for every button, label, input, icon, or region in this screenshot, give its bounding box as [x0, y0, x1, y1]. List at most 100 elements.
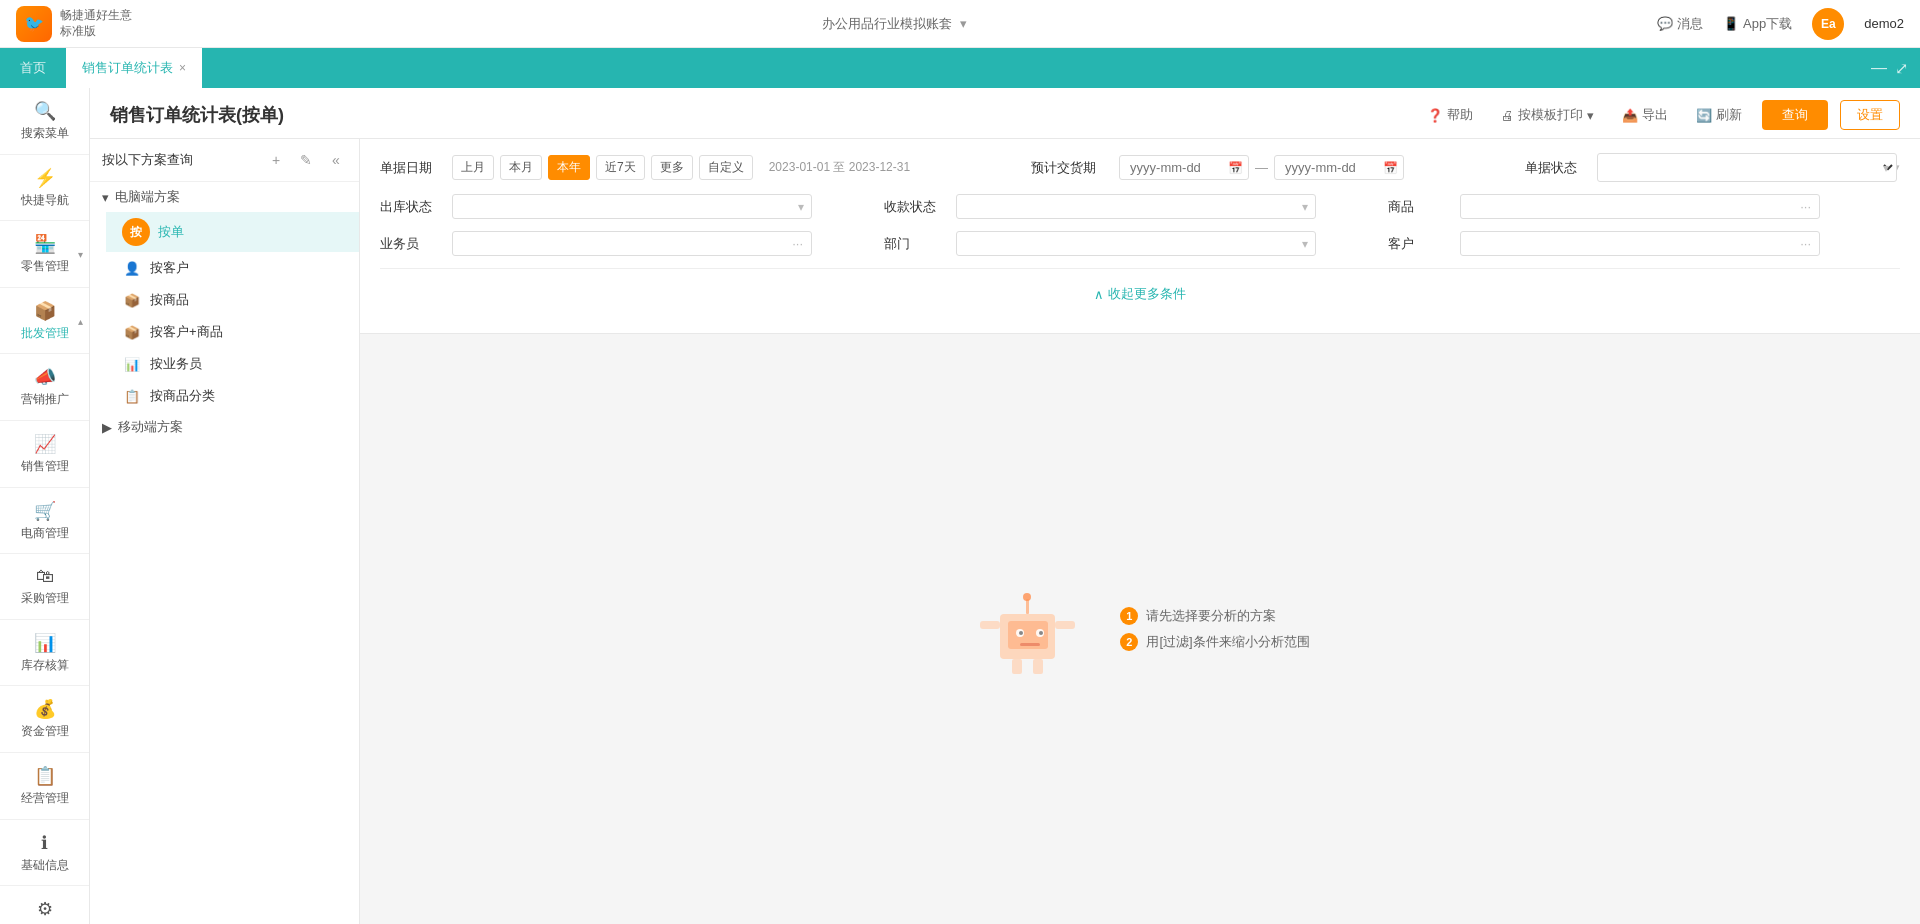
print-btn[interactable]: 🖨 按模板打印 ▾ [1493, 102, 1602, 128]
wholesale-icon: 📦 [34, 300, 56, 322]
quicknav-icon: ⚡ [34, 167, 56, 189]
sidebar-item-marketing[interactable]: 📣 营销推广 [0, 354, 89, 421]
out-status-select[interactable] [452, 194, 812, 219]
scheme-item-customer-goods[interactable]: 📦 按客户+商品 [106, 316, 359, 348]
expected-date-label: 预计交货期 [1031, 159, 1103, 177]
export-btn[interactable]: 📤 导出 [1614, 102, 1676, 128]
customer-input-area[interactable]: ··· [1460, 231, 1820, 256]
message-icon: 💬 [1657, 16, 1673, 31]
date-btn-7days[interactable]: 近7天 [596, 155, 645, 180]
payment-status-label: 收款状态 [884, 198, 940, 216]
status-select[interactable] [1597, 153, 1897, 182]
sidebar-item-basic[interactable]: ℹ 基础信息 [0, 820, 89, 887]
minimize-icon[interactable]: — [1871, 59, 1887, 77]
tab-close-icon[interactable]: × [179, 61, 186, 75]
goods-label: 商品 [1388, 198, 1444, 216]
app-download-btn[interactable]: 📱 App下载 [1723, 15, 1792, 33]
print-arrow: ▾ [1587, 108, 1594, 123]
customer-ellipsis: ··· [1800, 236, 1811, 251]
retail-arrow: ▾ [78, 248, 83, 259]
out-status-label: 出库状态 [380, 198, 436, 216]
date-btn-last-month[interactable]: 上月 [452, 155, 494, 180]
expected-date-start[interactable] [1119, 155, 1249, 180]
date-btn-group: 上月 本月 本年 近7天 更多 自定义 [452, 155, 753, 180]
help-btn[interactable]: ❓ 帮助 [1419, 102, 1481, 128]
collapse-btn[interactable]: ∧ 收起更多条件 [1086, 277, 1194, 311]
sidebar-item-search[interactable]: 🔍 搜索菜单 [0, 88, 89, 155]
scheme-item-goods[interactable]: 📦 按商品 [106, 284, 359, 316]
marketing-icon: 📣 [34, 366, 56, 388]
sidebar-item-operation[interactable]: 📋 经营管理 [0, 753, 89, 820]
download-icon: 📱 [1723, 16, 1739, 31]
date-btn-more[interactable]: 更多 [651, 155, 693, 180]
expected-date-group: — [1119, 155, 1404, 180]
date-btn-this-year[interactable]: 本年 [548, 155, 590, 180]
sidebar-item-sales[interactable]: 📈 销售管理 [0, 421, 89, 488]
system-icon: ⚙ [37, 898, 53, 920]
logo-icon: 🐦 [16, 6, 52, 42]
goods-ellipsis: ··· [1800, 199, 1811, 214]
payment-status-select[interactable] [956, 194, 1316, 219]
scheme-item-goods-category[interactable]: 📋 按商品分类 [106, 380, 359, 412]
header-right: 💬 消息 📱 App下载 Ea demo2 [1657, 8, 1904, 40]
query-btn[interactable]: 查询 [1762, 100, 1828, 130]
date-range-text: 2023-01-01 至 2023-12-31 [769, 159, 910, 176]
svg-rect-9 [980, 621, 1000, 629]
salesman-input-area[interactable]: ··· [452, 231, 812, 256]
salesman-label: 业务员 [380, 235, 436, 253]
scheme-item-salesman[interactable]: 📊 按业务员 [106, 348, 359, 380]
sidebar-item-inventory[interactable]: 📊 库存核算 [0, 620, 89, 687]
expand-icon[interactable]: ⤢ [1895, 59, 1908, 78]
content-area: 销售订单统计表(按单) ❓ 帮助 🖨 按模板打印 ▾ 📤 导出 🔄 刷新 [90, 88, 1920, 924]
tab-sales-order[interactable]: 销售订单统计表 × [66, 48, 202, 88]
search-icon: 🔍 [34, 100, 56, 122]
scheme-item-customer[interactable]: 👤 按客户 [106, 252, 359, 284]
scheme-item-order[interactable]: 按 按单 [106, 212, 359, 252]
empty-illustration [970, 579, 1090, 679]
workspace-selector[interactable]: 办公用品行业模拟账套 ▾ [822, 15, 967, 33]
goods-input-area[interactable]: ··· [1460, 194, 1820, 219]
retail-icon: 🏪 [34, 233, 56, 255]
setting-btn[interactable]: 设置 [1840, 100, 1900, 130]
empty-hint-2: 2 用[过滤]条件来缩小分析范围 [1120, 633, 1309, 651]
refresh-btn[interactable]: 🔄 刷新 [1688, 102, 1750, 128]
page-header: 销售订单统计表(按单) ❓ 帮助 🖨 按模板打印 ▾ 📤 导出 🔄 刷新 [90, 88, 1920, 139]
date-separator: — [1255, 160, 1268, 175]
add-scheme-btn[interactable]: + [265, 149, 287, 171]
purchase-icon: 🛍 [36, 566, 54, 587]
operation-icon: 📋 [34, 765, 56, 787]
sidebar-item-ecommerce[interactable]: 🛒 电商管理 [0, 488, 89, 555]
two-col-layout: 按以下方案查询 + ✎ « ▾ 电脑端方案 按 按单 👤 按 [90, 139, 1920, 924]
logo-area: 🐦 畅捷通好生意 标准版 [16, 6, 132, 42]
sidebar-item-finance[interactable]: 💰 资金管理 [0, 686, 89, 753]
date-btn-custom[interactable]: 自定义 [699, 155, 753, 180]
sidebar-item-system[interactable]: ⚙ 系统管理 [0, 886, 89, 924]
tab-controls: — ⤢ [1871, 59, 1920, 78]
avatar[interactable]: Ea [1812, 8, 1844, 40]
mobile-group-arrow: ▶ [102, 420, 112, 435]
sidebar-item-quicknav[interactable]: ⚡ 快捷导航 [0, 155, 89, 222]
sidebar-item-retail[interactable]: 🏪 零售管理 ▾ [0, 221, 89, 288]
help-icon: ❓ [1427, 108, 1443, 123]
dept-select[interactable] [956, 231, 1316, 256]
pc-group-arrow: ▾ [102, 190, 109, 205]
dept-label: 部门 [884, 235, 940, 253]
tab-home[interactable]: 首页 [0, 48, 66, 88]
sales-icon: 📈 [34, 433, 56, 455]
empty-state-content: 1 请先选择要分析的方案 2 用[过滤]条件来缩小分析范围 [970, 579, 1309, 679]
tab-bar: 首页 销售订单统计表 × — ⤢ [0, 48, 1920, 88]
date-btn-this-month[interactable]: 本月 [500, 155, 542, 180]
mobile-group-header[interactable]: ▶ 移动端方案 [90, 412, 359, 442]
payment-status-wrapper [956, 194, 1316, 219]
expected-date-end[interactable] [1274, 155, 1404, 180]
export-icon: 📤 [1622, 108, 1638, 123]
print-icon: 🖨 [1501, 108, 1514, 123]
sidebar-item-wholesale[interactable]: 📦 批发管理 ▴ [0, 288, 89, 355]
svg-rect-10 [1055, 621, 1075, 629]
collapse-panel-btn[interactable]: « [325, 149, 347, 171]
active-dot: 按 [122, 218, 150, 246]
pc-group-header[interactable]: ▾ 电脑端方案 [90, 182, 359, 212]
edit-scheme-btn[interactable]: ✎ [295, 149, 317, 171]
sidebar-item-purchase[interactable]: 🛍 采购管理 [0, 554, 89, 620]
message-btn[interactable]: 💬 消息 [1657, 15, 1703, 33]
